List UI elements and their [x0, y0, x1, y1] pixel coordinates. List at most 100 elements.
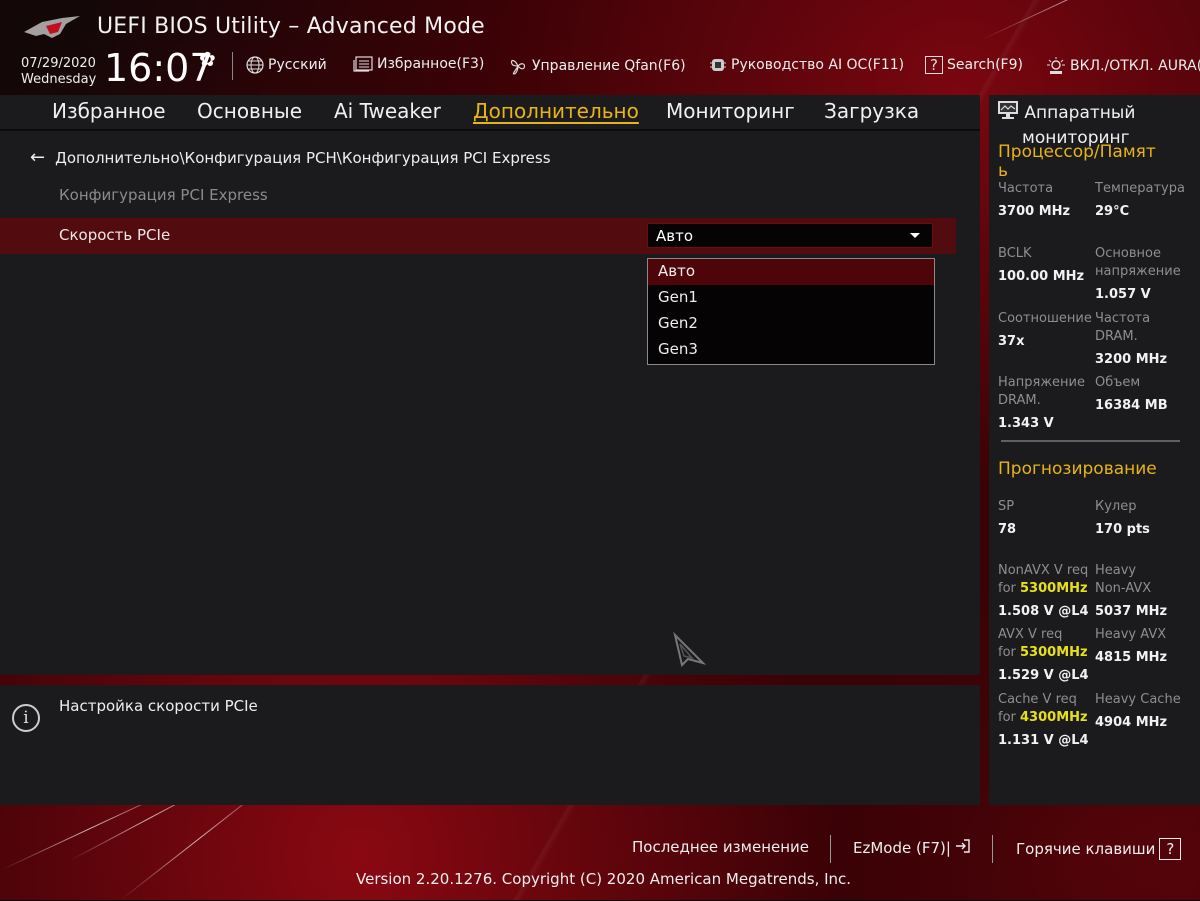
back-arrow-icon[interactable]: ← — [30, 147, 45, 168]
metric-label: Частота — [998, 181, 1054, 196]
dropdown-option-gen1[interactable]: Gen1 — [648, 285, 934, 311]
dropdown-option-gen3[interactable]: Gen3 — [648, 337, 934, 363]
fan-icon — [508, 56, 528, 76]
monitor-divider — [1001, 440, 1180, 442]
last-change-label: Последнее изменение — [632, 838, 810, 856]
ai-oc-guide-label: Руководство AI OC(F11) — [731, 57, 905, 73]
rog-logo-icon — [24, 16, 80, 38]
dropdown-option-gen2[interactable]: Gen2 — [648, 311, 934, 337]
metric-value: 1.057 V — [1095, 287, 1151, 302]
favorites-label: Избранное(F3) — [377, 56, 485, 72]
cache-vreq: Cache V req for 4300MHz 1.131 V @L4 — [998, 691, 1089, 750]
help-panel: i Настройка скорости PCIe — [0, 685, 980, 805]
gear-icon[interactable]: ✿ — [199, 47, 216, 71]
tab-favorites[interactable]: Избранное — [52, 99, 166, 123]
dropdown-option-auto[interactable]: Авто — [648, 259, 934, 285]
metric-value: 3700 MHz — [998, 204, 1071, 219]
memory-capacity: Объем 16384 MB — [1095, 374, 1168, 415]
tab-ai-tweaker[interactable]: Ai Tweaker — [334, 99, 441, 123]
dram-voltage: Напряжение DRAM. 1.343 V — [998, 374, 1085, 433]
prediction-heading: Прогнозирование — [998, 459, 1157, 479]
heavy-avx: Heavy AVX 4815 MHz — [1095, 626, 1167, 667]
question-icon: ? — [1159, 838, 1182, 860]
setting-row-pcie-speed[interactable]: Скорость PCIe Авто — [0, 218, 956, 254]
cooler-metric: Кулер 170 pts — [1095, 498, 1150, 539]
metric-value: 16384 MB — [1095, 398, 1168, 413]
ai-oc-guide-button[interactable]: Руководство AI OC(F11) — [709, 56, 904, 74]
metric-value: 1.131 V @L4 — [998, 733, 1089, 748]
metric-value: 1.529 V @L4 — [998, 668, 1089, 683]
clock: 16:07 — [104, 46, 214, 90]
version-info: Version 2.20.1276. Copyright (C) 2020 Am… — [356, 870, 852, 888]
favorites-button[interactable]: Избранное(F3) — [353, 56, 484, 72]
cpu-memory-heading-line2: ь — [998, 161, 1009, 181]
metric-label: Частота — [1095, 311, 1151, 326]
sp-metric: SP 78 — [998, 498, 1016, 539]
monitor-title-line1: Аппаратный — [1024, 103, 1136, 123]
footer-divider — [830, 835, 831, 863]
pcie-speed-select[interactable]: Авто — [647, 223, 933, 248]
main-panel: Избранное Основные Ai Tweaker Дополнител… — [0, 95, 980, 675]
language-button[interactable]: Русский — [246, 56, 327, 74]
favorites-icon — [353, 56, 373, 72]
section-title: Конфигурация PCI Express — [59, 186, 268, 204]
metric-label: Non-AVX — [1095, 581, 1152, 596]
globe-icon — [246, 56, 264, 74]
metric-value: 4815 MHz — [1095, 650, 1168, 665]
avx-vreq: AVX V req for 5300MHz 1.529 V @L4 — [998, 626, 1089, 685]
target-frequency: 5300MHz — [1020, 581, 1088, 596]
ezmode-label: EzMode (F7)| — [853, 839, 951, 857]
tab-advanced[interactable]: Дополнительно — [473, 99, 639, 123]
heavy-cache: Heavy Cache 4904 MHz — [1095, 691, 1181, 732]
ai-oc-icon — [709, 56, 727, 74]
tab-main[interactable]: Основные — [197, 99, 302, 123]
help-text: Настройка скорости PCIe — [59, 697, 258, 715]
last-change-button[interactable]: Последнее изменение — [632, 838, 809, 856]
breadcrumb-path: Дополнительно\Конфигурация PCH\Конфигура… — [55, 148, 551, 167]
metric-label: Heavy — [1095, 563, 1137, 578]
metric-label: DRAM. — [1095, 329, 1138, 344]
header: UEFI BIOS Utility – Advanced Mode 07/29/… — [0, 0, 1200, 95]
metric-value: 3200 MHz — [1095, 352, 1168, 367]
search-button[interactable]: ? Search(F9) — [925, 56, 1023, 74]
app-title: UEFI BIOS Utility – Advanced Mode — [97, 14, 485, 39]
qfan-button[interactable]: Управление Qfan(F6) — [508, 56, 686, 76]
metric-label: Напряжение — [998, 375, 1085, 390]
qfan-label: Управление Qfan(F6) — [532, 58, 686, 74]
select-value: Авто — [656, 227, 694, 245]
caret-down-icon — [910, 233, 920, 238]
hotkeys-button[interactable]: Горячие клавиши ? — [1016, 838, 1182, 860]
ezmode-button[interactable]: EzMode (F7)| — [853, 838, 971, 858]
monitor-icon — [997, 100, 1019, 127]
divider — [232, 52, 233, 80]
metric-label: напряжение — [1095, 264, 1181, 279]
target-frequency: 5300MHz — [1020, 645, 1088, 660]
footer-divider — [992, 835, 993, 863]
target-frequency: 4300MHz — [1020, 710, 1088, 725]
metric-value: 1.343 V — [998, 416, 1054, 431]
metric-value: 100.00 MHz — [998, 269, 1085, 284]
metric-label: Объем — [1095, 375, 1141, 390]
metric-value: 4904 MHz — [1095, 715, 1168, 730]
metric-value: 78 — [998, 522, 1017, 537]
tab-boot[interactable]: Загрузка — [824, 99, 919, 123]
info-icon: i — [12, 704, 40, 732]
metric-value: 1.508 V @L4 — [998, 604, 1089, 619]
cpu-memory-heading-line1: Процессор/Памят — [998, 142, 1156, 162]
hotkeys-label: Горячие клавиши — [1016, 840, 1156, 858]
cpu-memory-heading: Процессор/Памят ь — [998, 141, 1156, 181]
question-icon: ? — [925, 56, 943, 74]
weekday: Wednesday — [21, 72, 97, 87]
language-label: Русский — [268, 57, 327, 73]
tab-monitor[interactable]: Мониторинг — [666, 99, 795, 123]
metric-label: SP — [998, 499, 1015, 514]
nonavx-vreq: NonAVX V req for 5300MHz 1.508 V @L4 — [998, 562, 1089, 621]
metric-label: Heavy AVX — [1095, 627, 1167, 642]
hardware-monitor-panel: Аппаратный мониторинг Процессор/Памят ь … — [989, 95, 1200, 805]
metric-label: Основное — [1095, 246, 1161, 261]
metric-label: Cache V req — [998, 692, 1077, 707]
pcie-speed-dropdown: Авто Gen1 Gen2 Gen3 — [647, 258, 935, 365]
ratio: Соотношение 37x — [998, 310, 1092, 351]
metric-label: Соотношение — [998, 311, 1092, 326]
aura-toggle-button[interactable]: ВКЛ./ОТКЛ. AURA(F4) — [1046, 56, 1200, 76]
